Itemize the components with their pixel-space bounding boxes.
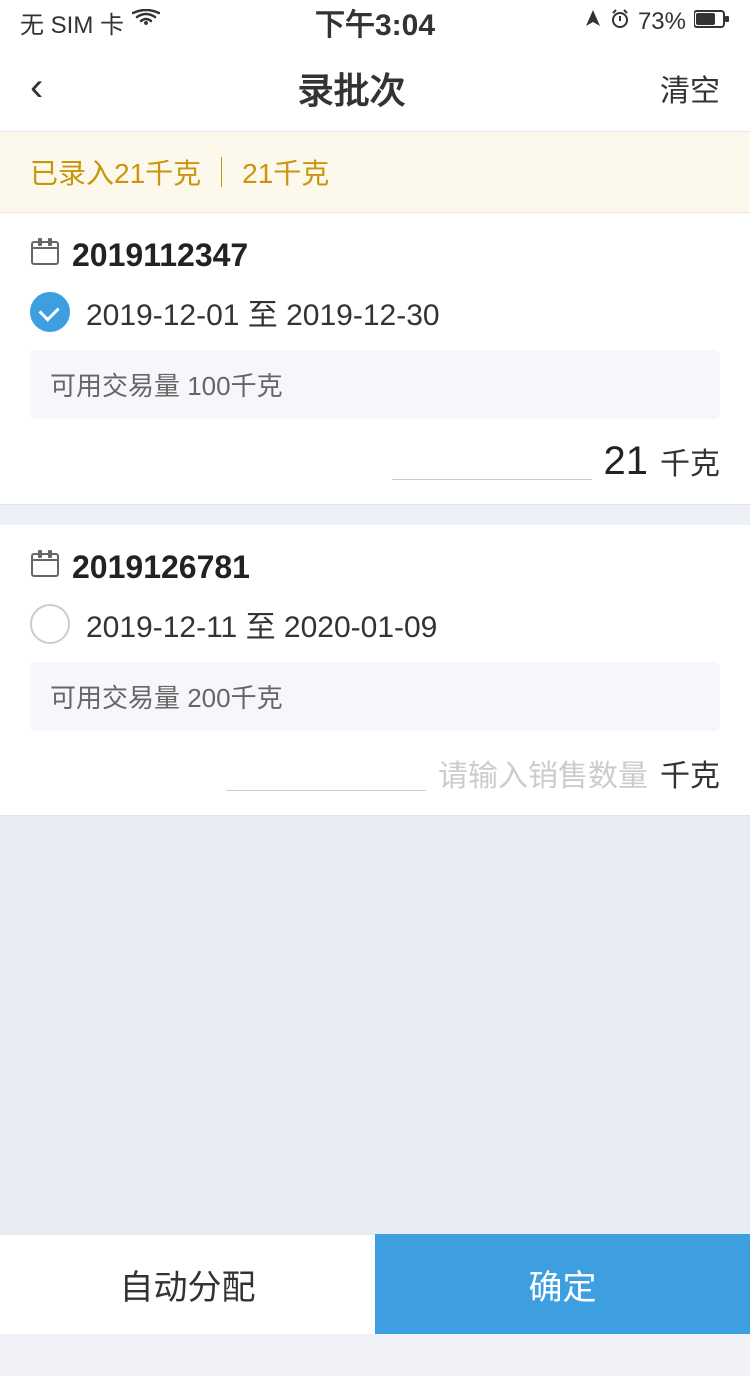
batch1-dates: 2019-12-01 至 2019-12-30 (86, 290, 440, 334)
batch1-header: 2019112347 (30, 237, 720, 274)
batch2-input-row: 请输入销售数量 千克 (0, 731, 750, 816)
clear-button[interactable]: 清空 (660, 66, 720, 110)
batch2-input-placeholder[interactable]: 请输入销售数量 (438, 751, 648, 795)
batch1-unit: 千克 (660, 439, 720, 483)
batch2-dates: 2019-12-11 至 2020-01-09 (86, 602, 437, 646)
batch2-available: 可用交易量 200千克 (30, 662, 720, 731)
batch1-amount[interactable]: 21 (604, 439, 649, 484)
batch1-radio[interactable] (30, 292, 70, 332)
batch2-date-row: 2019-12-11 至 2020-01-09 (30, 602, 720, 646)
batch1-card: 2019112347 2019-12-01 至 2019-12-30 可用交易量… (0, 213, 750, 419)
section-divider (0, 505, 750, 525)
batch1-icon (30, 238, 60, 274)
battery-label: 73% (638, 8, 686, 36)
status-bar: 无 SIM 卡 下午3:04 (0, 0, 750, 44)
location-icon (584, 8, 602, 37)
back-button[interactable]: ‹ (30, 65, 43, 110)
status-left: 无 SIM 卡 (20, 5, 160, 40)
empty-area (0, 816, 750, 1276)
battery-icon (694, 8, 730, 36)
batch2-card: 2019126781 2019-12-11 至 2020-01-09 可用交易量… (0, 525, 750, 731)
batch2-radio[interactable] (30, 604, 70, 644)
wifi-icon (132, 8, 160, 36)
batch2-icon (30, 550, 60, 586)
batch1-amount-row: 21 千克 (0, 419, 750, 505)
summary-divider (221, 157, 222, 187)
amount-underline (392, 479, 592, 480)
batch2-id: 2019126781 (72, 549, 250, 586)
auto-distribute-button[interactable]: 自动分配 (0, 1234, 375, 1334)
bottom-bar: 自动分配 确定 (0, 1234, 750, 1334)
summary-banner: 已录入21千克 21千克 (0, 132, 750, 213)
nav-title: 录批次 (298, 62, 406, 114)
batch1-available: 可用交易量 100千克 (30, 350, 720, 419)
no-sim-label: 无 SIM 卡 (20, 5, 124, 40)
alarm-icon (610, 8, 630, 36)
total-label: 21千克 (242, 152, 329, 192)
status-time: 下午3:04 (315, 0, 435, 44)
input-underline (226, 790, 426, 791)
batch1-id: 2019112347 (72, 237, 248, 274)
batch2-header: 2019126781 (30, 549, 720, 586)
recorded-label: 已录入21千克 (30, 152, 201, 192)
content-area: 2019112347 2019-12-01 至 2019-12-30 可用交易量… (0, 213, 750, 1376)
confirm-button[interactable]: 确定 (375, 1234, 750, 1334)
status-right: 73% (584, 8, 730, 37)
batch2-unit: 千克 (660, 751, 720, 795)
nav-bar: ‹ 录批次 清空 (0, 44, 750, 132)
batch1-date-row: 2019-12-01 至 2019-12-30 (30, 290, 720, 334)
